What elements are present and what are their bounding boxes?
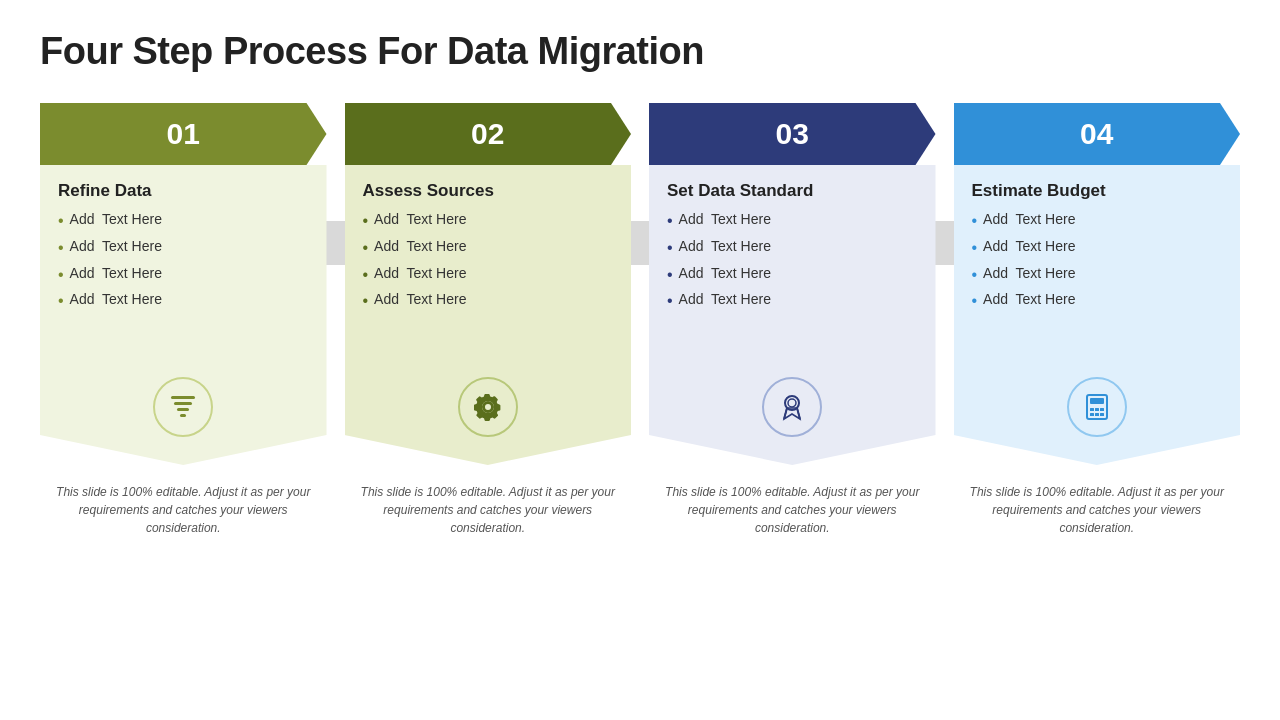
list-item: Add Text Here bbox=[972, 238, 1223, 259]
card-1-icon bbox=[153, 377, 213, 437]
card-2-body: Assess Sources Add Text Here Add Text He… bbox=[345, 165, 632, 465]
card-3-title: Set Data Standard bbox=[667, 181, 918, 201]
card-1-body: Refine Data Add Text Here Add Text Here … bbox=[40, 165, 327, 465]
card-4-number: 04 bbox=[954, 103, 1241, 165]
card-refine-data: 01 Refine Data Add Text Here Add Text He… bbox=[40, 103, 327, 465]
svg-rect-13 bbox=[1100, 408, 1104, 411]
list-item: Add Text Here bbox=[58, 291, 309, 312]
card-4-body: Estimate Budget Add Text Here Add Text H… bbox=[954, 165, 1241, 465]
svg-rect-1 bbox=[174, 402, 192, 405]
svg-rect-10 bbox=[1090, 398, 1104, 404]
list-item: Add Text Here bbox=[667, 238, 918, 259]
svg-rect-15 bbox=[1095, 413, 1099, 416]
list-item: Add Text Here bbox=[972, 211, 1223, 232]
list-item: Add Text Here bbox=[972, 291, 1223, 312]
list-item: Add Text Here bbox=[58, 211, 309, 232]
cards-row: 01 Refine Data Add Text Here Add Text He… bbox=[40, 103, 1240, 465]
card-2-number: 02 bbox=[345, 103, 632, 165]
page-title: Four Step Process For Data Migration bbox=[40, 30, 1240, 73]
card-1-title: Refine Data bbox=[58, 181, 309, 201]
svg-rect-0 bbox=[171, 396, 195, 399]
svg-rect-3 bbox=[180, 414, 186, 417]
list-item: Add Text Here bbox=[58, 265, 309, 286]
svg-rect-11 bbox=[1090, 408, 1094, 411]
card-3-list: Add Text Here Add Text Here Add Text Her… bbox=[667, 211, 918, 318]
slide: Four Step Process For Data Migration 01 … bbox=[0, 0, 1280, 720]
card-set-data-standard: 03 Set Data Standard Add Text Here Add T… bbox=[649, 103, 936, 465]
card-assess-sources: 02 Assess Sources Add Text Here Add Text… bbox=[345, 103, 632, 465]
list-item: Add Text Here bbox=[363, 211, 614, 232]
list-item: Add Text Here bbox=[363, 265, 614, 286]
card-2-icon bbox=[458, 377, 518, 437]
svg-rect-14 bbox=[1090, 413, 1094, 416]
card-2-title: Assess Sources bbox=[363, 181, 614, 201]
settings-box-icon bbox=[472, 391, 504, 423]
card-4-title: Estimate Budget bbox=[972, 181, 1223, 201]
list-item: Add Text Here bbox=[667, 291, 918, 312]
list-item: Add Text Here bbox=[363, 238, 614, 259]
card-1-list: Add Text Here Add Text Here Add Text Her… bbox=[58, 211, 309, 318]
svg-rect-12 bbox=[1095, 408, 1099, 411]
card-4-footer: This slide is 100% editable. Adjust it a… bbox=[954, 483, 1241, 537]
filter-icon bbox=[167, 391, 199, 423]
card-estimate-budget: 04 Estimate Budget Add Text Here Add Tex… bbox=[954, 103, 1241, 465]
main-content: 01 Refine Data Add Text Here Add Text He… bbox=[40, 103, 1240, 700]
card-1-number: 01 bbox=[40, 103, 327, 165]
card-4-icon bbox=[1067, 377, 1127, 437]
svg-rect-16 bbox=[1100, 413, 1104, 416]
card-3-number: 03 bbox=[649, 103, 936, 165]
list-item: Add Text Here bbox=[363, 291, 614, 312]
award-icon bbox=[776, 391, 808, 423]
svg-rect-2 bbox=[177, 408, 189, 411]
list-item: Add Text Here bbox=[972, 265, 1223, 286]
list-item: Add Text Here bbox=[667, 265, 918, 286]
card-4-list: Add Text Here Add Text Here Add Text Her… bbox=[972, 211, 1223, 318]
card-3-icon bbox=[762, 377, 822, 437]
card-2-footer: This slide is 100% editable. Adjust it a… bbox=[345, 483, 632, 537]
calculator-icon bbox=[1081, 391, 1113, 423]
list-item: Add Text Here bbox=[667, 211, 918, 232]
card-3-body: Set Data Standard Add Text Here Add Text… bbox=[649, 165, 936, 465]
card-3-footer: This slide is 100% editable. Adjust it a… bbox=[649, 483, 936, 537]
list-item: Add Text Here bbox=[58, 238, 309, 259]
svg-point-5 bbox=[788, 399, 796, 407]
card-1-footer: This slide is 100% editable. Adjust it a… bbox=[40, 483, 327, 537]
card-2-list: Add Text Here Add Text Here Add Text Her… bbox=[363, 211, 614, 318]
footer-row: This slide is 100% editable. Adjust it a… bbox=[40, 483, 1240, 537]
